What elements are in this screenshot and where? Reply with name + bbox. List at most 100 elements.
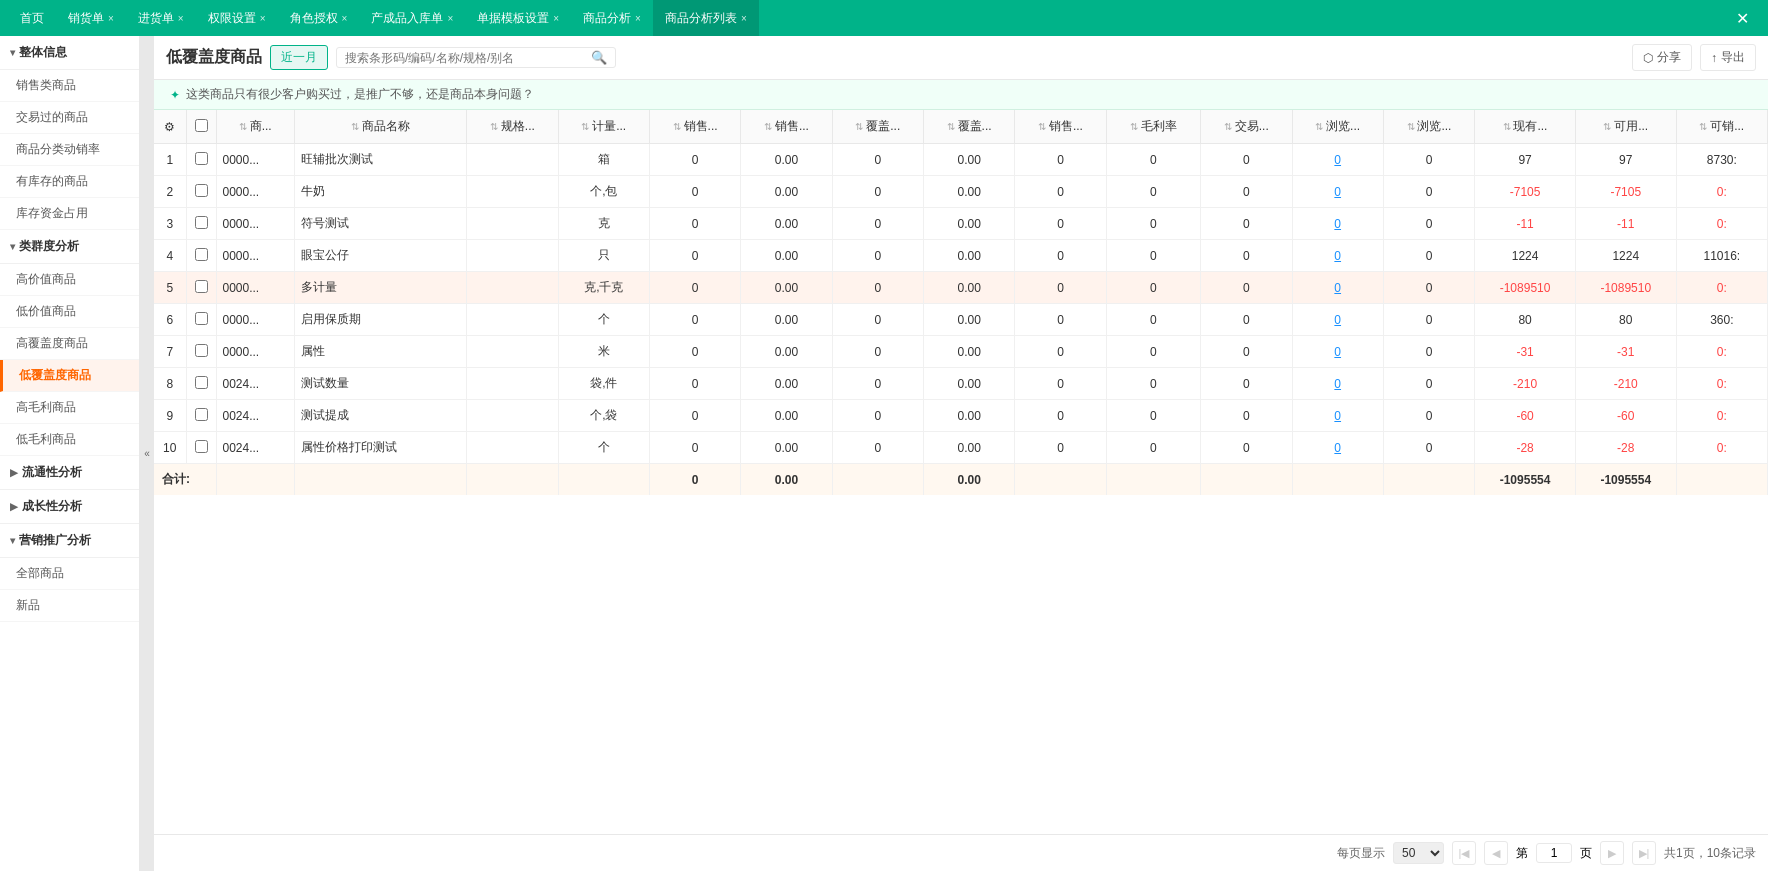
nav-home[interactable]: 首页 [8,0,56,36]
col-header-current[interactable]: 现有... [1475,110,1576,144]
nav-close-icon[interactable]: × [553,13,559,24]
col-header-code[interactable]: 商... [216,110,295,144]
prev-page-button[interactable]: ◀ [1484,841,1508,865]
table-row: 2 0000... 牛奶 个,包 0 0.00 0 0.00 0 0 0 0 0… [154,176,1768,208]
col-header-sales3[interactable]: 销售... [1015,110,1106,144]
row-select-checkbox[interactable] [195,216,208,229]
sidebar-item-new-goods[interactable]: 新品 [0,590,139,622]
row-checkbox[interactable] [186,368,216,400]
row-select-checkbox[interactable] [195,280,208,293]
row-browse1[interactable]: 0 [1292,400,1383,432]
nav-close-icon[interactable]: × [635,13,641,24]
row-checkbox[interactable] [186,176,216,208]
sidebar-item-all-goods[interactable]: 全部商品 [0,558,139,590]
page-size-select[interactable]: 50 100 200 [1393,842,1444,864]
nav-permissions[interactable]: 权限设置 × [196,0,278,36]
page-number-input[interactable] [1536,843,1572,863]
nav-roles[interactable]: 角色授权 × [278,0,360,36]
sidebar-item-low-value[interactable]: 低价值商品 [0,296,139,328]
search-input[interactable] [345,51,591,65]
row-checkbox[interactable] [186,432,216,464]
nav-close-icon[interactable]: × [342,13,348,24]
sidebar-section-growth[interactable]: ▶ 成长性分析 [0,490,139,524]
row-spec [467,400,558,432]
row-select-checkbox[interactable] [195,312,208,325]
row-select-checkbox[interactable] [195,184,208,197]
col-header-gross-rate[interactable]: 毛利率 [1106,110,1200,144]
row-select-checkbox[interactable] [195,344,208,357]
sidebar-item-high-margin[interactable]: 高毛利商品 [0,392,139,424]
nav-goods-analysis-list[interactable]: 商品分析列表 × [653,0,759,36]
row-browse1[interactable]: 0 [1292,432,1383,464]
share-button[interactable]: ⬡ 分享 [1632,44,1692,71]
row-select-checkbox[interactable] [195,152,208,165]
nav-close-icon[interactable]: × [741,13,747,24]
sidebar-item-low-coverage[interactable]: 低覆盖度商品 [0,360,139,392]
sidebar-item-high-value[interactable]: 高价值商品 [0,264,139,296]
row-checkbox[interactable] [186,240,216,272]
next-page-button[interactable]: ▶ [1600,841,1624,865]
row-select-checkbox[interactable] [195,440,208,453]
sidebar-section-cluster[interactable]: ▾ 类群度分析 [0,230,139,264]
sidebar-item-stocked-goods[interactable]: 有库存的商品 [0,166,139,198]
col-header-cover1[interactable]: 覆盖... [832,110,923,144]
nav-template[interactable]: 单据模板设置 × [465,0,571,36]
col-header-cover2[interactable]: 覆盖... [924,110,1015,144]
col-header-sales1[interactable]: 销售... [650,110,741,144]
row-browse1[interactable]: 0 [1292,304,1383,336]
export-button[interactable]: ↑ 导出 [1700,44,1756,71]
nav-purchase-order[interactable]: 进货单 × [126,0,196,36]
row-browse1[interactable]: 0 [1292,336,1383,368]
row-browse1[interactable]: 0 [1292,176,1383,208]
sidebar-item-capital[interactable]: 库存资金占用 [0,198,139,230]
col-header-trade[interactable]: 交易... [1201,110,1292,144]
row-checkbox[interactable] [186,304,216,336]
first-page-button[interactable]: |◀ [1452,841,1476,865]
row-checkbox[interactable] [186,336,216,368]
row-browse1[interactable]: 0 [1292,272,1383,304]
col-header-browse1[interactable]: 浏览... [1292,110,1383,144]
row-checkbox[interactable] [186,144,216,176]
sidebar-section-overall[interactable]: ▾ 整体信息 [0,36,139,70]
nav-goods-analysis[interactable]: 商品分析 × [571,0,653,36]
settings-col-header[interactable]: ⚙ [154,110,186,144]
col-header-spec[interactable]: 规格... [467,110,558,144]
last-page-button[interactable]: ▶| [1632,841,1656,865]
nav-close-icon[interactable]: × [260,13,266,24]
total-sales1: 0 [650,464,741,496]
row-browse2: 0 [1383,336,1474,368]
row-select-checkbox[interactable] [195,376,208,389]
sidebar-item-high-coverage[interactable]: 高覆盖度商品 [0,328,139,360]
row-select-checkbox[interactable] [195,408,208,421]
nav-close-icon[interactable]: × [178,13,184,24]
row-browse1[interactable]: 0 [1292,208,1383,240]
row-checkbox[interactable] [186,272,216,304]
col-header-sales2[interactable]: 销售... [741,110,832,144]
sidebar-item-low-margin[interactable]: 低毛利商品 [0,424,139,456]
checkbox-col-header[interactable] [186,110,216,144]
col-header-available[interactable]: 可用... [1575,110,1676,144]
select-all-checkbox[interactable] [195,119,208,132]
sidebar-item-sales-goods[interactable]: 销售类商品 [0,70,139,102]
nav-production[interactable]: 产成品入库单 × [359,0,465,36]
window-close-button[interactable]: ✕ [1724,0,1760,36]
row-browse1[interactable]: 0 [1292,368,1383,400]
row-browse1[interactable]: 0 [1292,240,1383,272]
nav-close-icon[interactable]: × [108,13,114,24]
col-header-browse2[interactable]: 浏览... [1383,110,1474,144]
col-header-saleable[interactable]: 可销... [1676,110,1767,144]
nav-close-icon[interactable]: × [447,13,453,24]
sidebar-section-marketing[interactable]: ▾ 营销推广分析 [0,524,139,558]
row-browse1[interactable]: 0 [1292,144,1383,176]
col-header-unit[interactable]: 计量... [558,110,649,144]
row-checkbox[interactable] [186,400,216,432]
col-header-name[interactable]: 商品名称 [295,110,467,144]
row-select-checkbox[interactable] [195,248,208,261]
row-checkbox[interactable] [186,208,216,240]
sidebar-collapse-button[interactable]: « [140,36,154,871]
nav-sales-order[interactable]: 销货单 × [56,0,126,36]
sidebar-section-circulation[interactable]: ▶ 流通性分析 [0,456,139,490]
time-filter-month[interactable]: 近一月 [270,45,328,70]
sidebar-item-traded-goods[interactable]: 交易过的商品 [0,102,139,134]
sidebar-item-category-rate[interactable]: 商品分类动销率 [0,134,139,166]
